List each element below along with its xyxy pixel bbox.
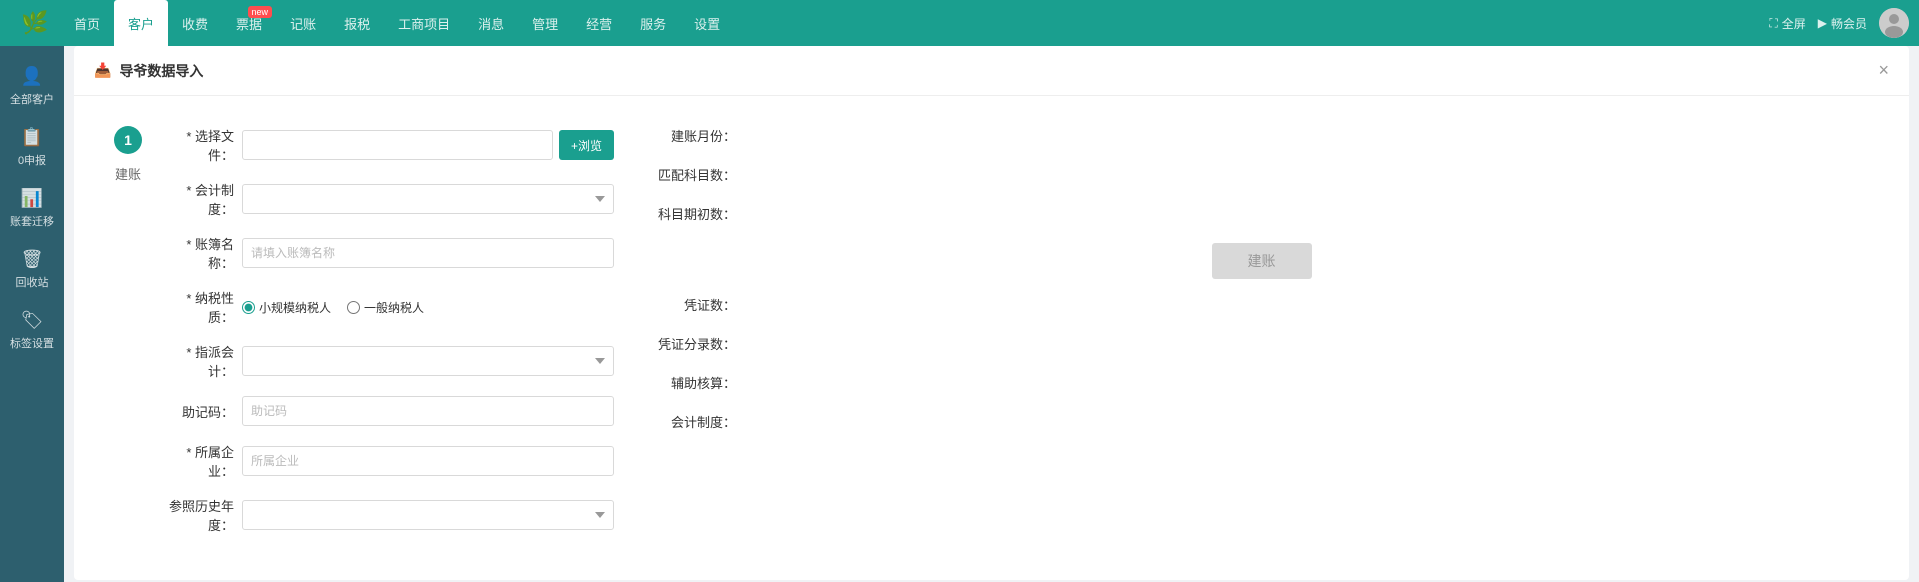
company-label: * 所属企业： (162, 442, 242, 480)
file-label: * 选择文件： (162, 126, 242, 164)
file-row: * 选择文件： +浏览 (162, 126, 614, 164)
nav-item-accounting[interactable]: 记账 (276, 0, 330, 46)
nav-item-manage[interactable]: 管理 (518, 0, 572, 46)
fullscreen-icon: ⛶ (1769, 16, 1777, 31)
logo-area[interactable]: 🌿 (10, 10, 60, 36)
aux-label: 辅助核算： (654, 373, 744, 392)
accounting-row: * 会计制度： (162, 180, 614, 218)
accountant-label: * 指派会计： (162, 342, 242, 380)
acc-system-row: 会计制度： (654, 412, 1869, 431)
tax-label: * 纳税性质： (162, 288, 242, 326)
memo-row: 助记码： (162, 396, 614, 426)
zero-declare-icon: 📋 (21, 127, 43, 148)
accountant-row: * 指派会计： (162, 342, 614, 380)
accountant-select[interactable] (242, 346, 614, 376)
close-button[interactable]: × (1878, 60, 1889, 81)
nav-badge-new: new (248, 6, 273, 18)
accounting-label: * 会计制度： (162, 180, 242, 218)
nav-right: ⛶ 全屏 ▶ 畅会员 (1769, 8, 1909, 38)
recycle-icon: 🗑 (21, 249, 44, 270)
create-account-button[interactable]: 建账 (1212, 243, 1312, 279)
dialog-header: 📥 导爷数据导入 × (74, 46, 1909, 96)
sidebar-item-tags[interactable]: 🏷 标签设置 (0, 300, 64, 361)
nav-item-service[interactable]: 服务 (626, 0, 680, 46)
voucher-records-row: 凭证分录数： (654, 334, 1869, 353)
step-text: 建账 (115, 164, 141, 183)
nav-item-tax[interactable]: 报税 (330, 0, 384, 46)
nav-item-business[interactable]: 工商项目 (384, 0, 464, 46)
tax-row: * 纳税性质： 小规模纳税人 一般纳税人 (162, 288, 614, 326)
nav-item-fees[interactable]: 收费 (168, 0, 222, 46)
nav-item-home[interactable]: 首页 (60, 0, 114, 46)
main-content: 📥 导爷数据导入 × 1 建账 * 选择文件： (64, 46, 1919, 582)
month-row: 建账月份： (654, 126, 1869, 145)
voucher-row: 凭证数： (654, 295, 1869, 314)
top-navigation: 🌿 首页 客户 收费 票据 new 记账 报税 工商项目 消息 管理 经营 服务… (0, 0, 1919, 46)
dialog-container: 📥 导爷数据导入 × 1 建账 * 选择文件： (74, 46, 1909, 580)
create-button-area: 建账 (654, 243, 1869, 279)
match-label: 匹配科目数： (654, 165, 744, 184)
tax-small-radio[interactable] (242, 301, 255, 314)
match-row: 匹配科目数： (654, 165, 1869, 184)
fullscreen-button[interactable]: ⛶ 全屏 (1769, 15, 1805, 32)
month-label: 建账月份： (654, 126, 744, 145)
form-left: 1 建账 * 选择文件： +浏览 (114, 126, 614, 550)
company-row: * 所属企业： (162, 442, 614, 480)
step-section: 1 建账 * 选择文件： +浏览 (114, 126, 614, 550)
right-form: 建账月份： 匹配科目数： 科目期初数： 建账 凭证 (654, 126, 1869, 431)
nav-item-messages[interactable]: 消息 (464, 0, 518, 46)
accounting-select[interactable] (242, 184, 614, 214)
avatar[interactable] (1879, 8, 1909, 38)
step-number: 1 (114, 126, 142, 154)
tax-general-radio[interactable] (347, 301, 360, 314)
nav-item-operation[interactable]: 经营 (572, 0, 626, 46)
file-input[interactable] (242, 130, 553, 160)
dialog-title: 📥 导爷数据导入 (94, 61, 203, 81)
company-input[interactable] (242, 446, 614, 476)
voucher-label: 凭证数： (654, 295, 744, 314)
migration-icon: 📊 (21, 188, 43, 209)
history-select[interactable] (242, 500, 614, 530)
tax-small-label[interactable]: 小规模纳税人 (242, 299, 331, 316)
form-area: 1 建账 * 选择文件： +浏览 (74, 96, 1909, 580)
browse-button[interactable]: +浏览 (559, 130, 614, 160)
sidebar-item-recycle[interactable]: 🗑 回收站 (0, 239, 64, 300)
memo-label: 助记码： (162, 402, 242, 421)
memo-input[interactable] (242, 396, 614, 426)
sidebar: 👤 全部客户 📋 0申报 📊 账套迁移 🗑 回收站 🏷 标签设置 (0, 46, 64, 582)
logo-icon: 🌿 (21, 10, 48, 36)
all-clients-icon: 👤 (21, 66, 43, 87)
period-label: 科目期初数： (654, 204, 744, 223)
ledger-row: * 账簿名称： (162, 234, 614, 272)
sidebar-item-zero-declare[interactable]: 📋 0申报 (0, 117, 64, 178)
nav-item-settings[interactable]: 设置 (680, 0, 734, 46)
history-row: 参照历史年度： (162, 496, 614, 534)
tags-icon: 🏷 (21, 310, 44, 331)
history-label: 参照历史年度： (162, 496, 242, 534)
nav-item-clients[interactable]: 客户 (114, 0, 168, 46)
aux-row: 辅助核算： (654, 373, 1869, 392)
member-icon: ▶ (1818, 16, 1827, 30)
member-button[interactable]: ▶ 畅会员 (1818, 15, 1867, 32)
nav-items: 首页 客户 收费 票据 new 记账 报税 工商项目 消息 管理 经营 服务 设… (60, 0, 1769, 46)
voucher-records-label: 凭证分录数： (654, 334, 744, 353)
sidebar-item-migration[interactable]: 📊 账套迁移 (0, 178, 64, 239)
ledger-input[interactable] (242, 238, 614, 268)
nav-item-tickets[interactable]: 票据 new (222, 0, 276, 46)
dialog-title-icon: 📥 (94, 62, 111, 79)
form-right: 建账月份： 匹配科目数： 科目期初数： 建账 凭证 (654, 126, 1869, 550)
form-body: * 选择文件： +浏览 * 会计制度： (162, 126, 614, 550)
ledger-label: * 账簿名称： (162, 234, 242, 272)
acc-system-label: 会计制度： (654, 412, 744, 431)
tax-general-label[interactable]: 一般纳税人 (347, 299, 424, 316)
period-row: 科目期初数： (654, 204, 1869, 223)
tax-radio-group: 小规模纳税人 一般纳税人 (242, 299, 424, 316)
sidebar-item-all-clients[interactable]: 👤 全部客户 (0, 56, 64, 117)
